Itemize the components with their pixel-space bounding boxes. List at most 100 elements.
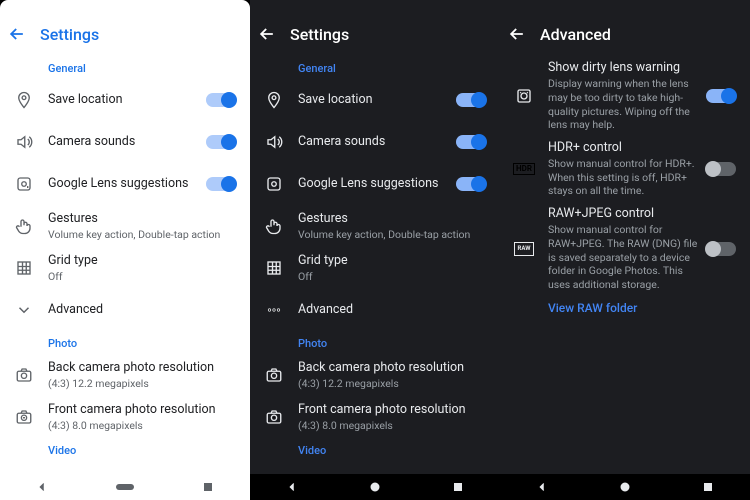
toggle-switch[interactable] <box>706 89 736 103</box>
toggle-switch[interactable] <box>456 135 486 149</box>
page-title: Settings <box>290 25 349 44</box>
settings-panel: Settings General Save location Camera sound… <box>250 0 500 500</box>
section-header: Photo <box>0 331 250 354</box>
setting-row-google-lens-suggestions[interactable]: Google Lens suggestions <box>0 163 250 205</box>
setting-label: Gestures <box>48 211 238 227</box>
setting-label: RAW+JPEG control <box>548 206 702 222</box>
header: Settings <box>0 12 250 56</box>
toggle-switch[interactable] <box>206 177 236 191</box>
section-header: General <box>0 56 250 79</box>
nav-recents-button[interactable] <box>199 478 217 496</box>
page-title: Settings <box>40 25 99 44</box>
location-icon <box>250 91 298 109</box>
setting-subtitle: Show manual control for HDR+. When this … <box>548 157 702 198</box>
setting-row-show-dirty-lens-warning[interactable]: Show dirty lens warningDisplay warning w… <box>500 56 750 136</box>
settings-list: General Save location Camera sounds Google … <box>0 56 250 474</box>
setting-label: Camera sounds <box>298 134 452 150</box>
setting-row-save-location[interactable]: Save location <box>0 79 250 121</box>
settings-list: Show dirty lens warningDisplay warning w… <box>500 56 750 474</box>
location-icon <box>0 91 48 109</box>
setting-row-advanced[interactable]: Advanced <box>250 289 500 331</box>
nav-recents-button[interactable] <box>449 478 467 496</box>
nav-home-button[interactable] <box>616 478 634 496</box>
setting-row-raw-jpeg-control[interactable]: RAW RAW+JPEG controlShow manual control f… <box>500 202 750 295</box>
section-header: General <box>250 56 500 79</box>
setting-label: Google Lens suggestions <box>48 176 202 192</box>
settings-panel: Advanced Show dirty lens warningDisplay w… <box>500 0 750 500</box>
back-button[interactable] <box>6 23 28 45</box>
setting-row-back-camera-photo-resolution[interactable]: Back camera photo resolution(4:3) 12.2 m… <box>0 354 250 396</box>
setting-label: Advanced <box>48 302 238 318</box>
android-navbar <box>0 474 250 500</box>
setting-subtitle: (4:3) 12.2 megapixels <box>48 377 238 391</box>
setting-label: Front camera photo resolution <box>48 402 238 418</box>
dots-icon <box>250 301 298 319</box>
back-button[interactable] <box>506 23 528 45</box>
section-header: Video <box>0 438 250 461</box>
sound-icon <box>250 133 298 151</box>
android-navbar <box>250 474 500 500</box>
camera-front-icon <box>250 408 298 426</box>
grid-icon <box>0 259 48 277</box>
android-navbar <box>500 474 750 500</box>
setting-label: Back camera photo resolution <box>298 360 488 376</box>
section-header: Photo <box>250 331 500 354</box>
setting-label: Back camera photo resolution <box>48 360 238 376</box>
setting-subtitle: Volume key action, Double-tap action <box>48 228 238 242</box>
setting-row-hdr-control[interactable]: HDRHDR+ controlShow manual control for H… <box>500 136 750 202</box>
toggle-switch[interactable] <box>206 93 236 107</box>
setting-row-google-lens-suggestions[interactable]: Google Lens suggestions <box>250 163 500 205</box>
toggle-switch[interactable] <box>206 135 236 149</box>
setting-row-gestures[interactable]: GesturesVolume key action, Double-tap ac… <box>0 205 250 247</box>
nav-back-button[interactable] <box>33 478 51 496</box>
nav-back-button[interactable] <box>283 478 301 496</box>
toggle-switch[interactable] <box>456 93 486 107</box>
back-button[interactable] <box>256 23 278 45</box>
camera-front-icon <box>0 408 48 426</box>
setting-subtitle: Display warning when the lens may be too… <box>548 77 702 132</box>
lens-icon <box>250 175 298 193</box>
settings-panel: Settings General Save location Camera sound… <box>0 0 250 500</box>
setting-label: Grid type <box>298 253 488 269</box>
setting-subtitle: (4:3) 8.0 megapixels <box>48 419 238 433</box>
nav-recents-button[interactable] <box>699 478 717 496</box>
toggle-switch[interactable] <box>706 242 736 256</box>
raw-icon: RAW <box>500 242 548 256</box>
setting-row-gestures[interactable]: GesturesVolume key action, Double-tap ac… <box>250 205 500 247</box>
setting-row-grid-type[interactable]: Grid typeOff <box>250 247 500 289</box>
setting-subtitle: (4:3) 8.0 megapixels <box>298 419 488 433</box>
setting-row-back-camera-photo-resolution[interactable]: Back camera photo resolution(4:3) 12.2 m… <box>250 354 500 396</box>
setting-row-save-location[interactable]: Save location <box>250 79 500 121</box>
setting-row-camera-sounds[interactable]: Camera sounds <box>0 121 250 163</box>
setting-row-advanced[interactable]: Advanced <box>0 289 250 331</box>
setting-subtitle: Off <box>48 270 238 284</box>
toggle-switch[interactable] <box>456 177 486 191</box>
setting-row-camera-sounds[interactable]: Camera sounds <box>250 121 500 163</box>
grid-icon <box>250 259 298 277</box>
nav-home-button[interactable] <box>366 478 384 496</box>
gesture-icon <box>0 217 48 235</box>
gesture-icon <box>250 217 298 235</box>
nav-home-pill-button[interactable] <box>116 478 134 496</box>
setting-subtitle: Volume key action, Double-tap action <box>298 228 488 242</box>
header: Advanced <box>500 12 750 56</box>
setting-subtitle: (4:3) 12.2 megapixels <box>298 377 488 391</box>
setting-subtitle: Show manual control for RAW+JPEG. The RA… <box>548 223 702 291</box>
camera-back-icon <box>0 366 48 384</box>
setting-row-front-camera-photo-resolution[interactable]: Front camera photo resolution(4:3) 8.0 m… <box>0 396 250 438</box>
link-view-raw-folder[interactable]: View RAW folder <box>500 295 750 321</box>
setting-label: Advanced <box>298 302 488 318</box>
setting-label: Save location <box>298 92 452 108</box>
hdr-icon: HDR <box>500 163 548 175</box>
setting-label: Google Lens suggestions <box>298 176 452 192</box>
toggle-switch[interactable] <box>706 162 736 176</box>
setting-row-grid-type[interactable]: Grid typeOff <box>0 247 250 289</box>
page-title: Advanced <box>540 25 611 44</box>
setting-subtitle: Off <box>298 270 488 284</box>
nav-back-button[interactable] <box>533 478 551 496</box>
setting-label: Save location <box>48 92 202 108</box>
setting-label: Grid type <box>48 253 238 269</box>
chevron-icon <box>0 301 48 319</box>
sound-icon <box>0 133 48 151</box>
setting-row-front-camera-photo-resolution[interactable]: Front camera photo resolution(4:3) 8.0 m… <box>250 396 500 438</box>
